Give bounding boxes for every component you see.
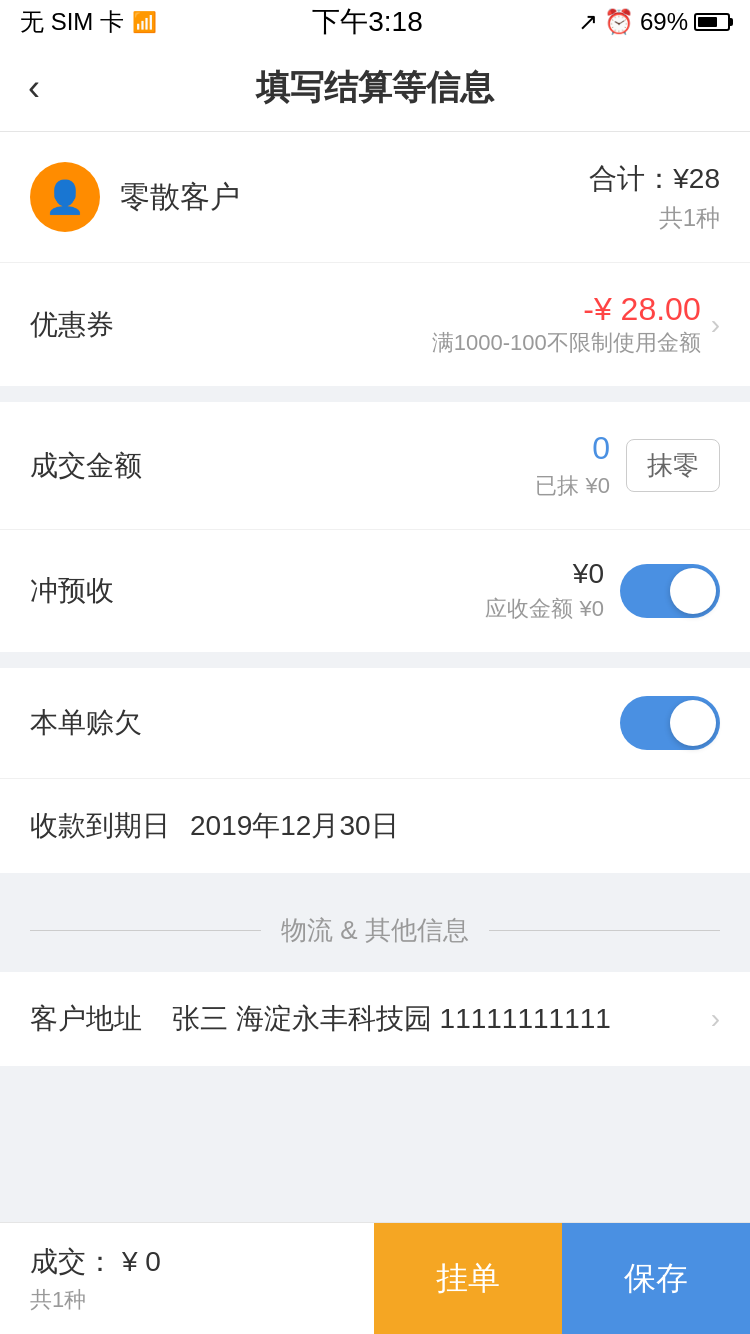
prepay-sub-text: 应收金额 ¥0 bbox=[485, 594, 604, 624]
prepay-toggle[interactable] bbox=[620, 564, 720, 618]
bottom-bar: 成交： ¥ 0 共1种 挂单 保存 bbox=[0, 1222, 750, 1334]
prepay-row: 冲预收 ¥0 应收金额 ¥0 bbox=[0, 529, 750, 652]
carrier-text: 无 SIM 卡 bbox=[20, 6, 124, 38]
hang-button[interactable]: 挂单 bbox=[374, 1223, 562, 1334]
bottom-deal-label: 成交： bbox=[30, 1243, 114, 1281]
credit-label: 本单赊欠 bbox=[30, 704, 142, 742]
credit-section: 本单赊欠 收款到期日 2019年12月30日 bbox=[0, 668, 750, 873]
location-icon: ↗ bbox=[578, 8, 598, 36]
back-button[interactable]: ‹ bbox=[28, 67, 40, 109]
avatar-icon: 👤 bbox=[45, 178, 85, 216]
customer-name: 零散客户 bbox=[120, 177, 240, 218]
avatar: 👤 bbox=[30, 162, 100, 232]
transaction-row: 成交金额 0 已抹 ¥0 抹零 bbox=[0, 402, 750, 529]
battery-icon bbox=[694, 13, 730, 31]
toggle-thumb bbox=[670, 568, 716, 614]
address-value: 张三 海淀永丰科技园 11111111111 bbox=[172, 1000, 711, 1038]
logistics-text: 物流 & 其他信息 bbox=[261, 913, 489, 948]
credit-toggle-thumb bbox=[670, 700, 716, 746]
prepay-amount: ¥0 bbox=[485, 558, 604, 590]
save-button[interactable]: 保存 bbox=[562, 1223, 750, 1334]
bottom-deal: 成交： ¥ 0 bbox=[30, 1243, 344, 1281]
chevron-right-icon: › bbox=[711, 309, 720, 341]
prepay-amount-col: ¥0 应收金额 ¥0 bbox=[485, 558, 604, 624]
customer-row: 👤 零散客户 合计：¥28 共1种 bbox=[0, 132, 750, 262]
status-time: 下午3:18 bbox=[312, 3, 423, 41]
transaction-sub-text: 已抹 ¥0 bbox=[535, 471, 610, 501]
logistics-line-right bbox=[489, 930, 720, 931]
round-off-button[interactable]: 抹零 bbox=[626, 439, 720, 492]
status-bar: 无 SIM 卡 📶 下午3:18 ↗ ⏰ 69% bbox=[0, 0, 750, 44]
transaction-label: 成交金额 bbox=[30, 447, 142, 485]
credit-toggle[interactable] bbox=[620, 696, 720, 750]
status-left: 无 SIM 卡 📶 bbox=[20, 6, 157, 38]
total-count: 共1种 bbox=[589, 202, 720, 234]
credit-row: 本单赊欠 bbox=[0, 668, 750, 778]
bottom-count: 共1种 bbox=[30, 1285, 344, 1315]
transaction-amount: 0 bbox=[535, 430, 610, 467]
coupon-desc: 满1000-100不限制使用金额 bbox=[432, 328, 701, 358]
status-right: ↗ ⏰ 69% bbox=[578, 8, 730, 36]
total-amount: 合计：¥28 bbox=[589, 160, 720, 198]
customer-section: 👤 零散客户 合计：¥28 共1种 优惠券 -¥ 28.00 满1000-100… bbox=[0, 132, 750, 386]
customer-left: 👤 零散客户 bbox=[30, 162, 240, 232]
address-label: 客户地址 bbox=[30, 1000, 142, 1038]
coupon-right: -¥ 28.00 满1000-100不限制使用金额 › bbox=[432, 291, 720, 358]
nav-title: 填写结算等信息 bbox=[256, 65, 494, 111]
nav-bar: ‹ 填写结算等信息 bbox=[0, 44, 750, 132]
bottom-buttons: 挂单 保存 bbox=[374, 1223, 750, 1334]
due-date-value: 2019年12月30日 bbox=[190, 807, 399, 845]
prepay-right: ¥0 应收金额 ¥0 bbox=[485, 558, 720, 624]
content-area: 👤 零散客户 合计：¥28 共1种 优惠券 -¥ 28.00 满1000-100… bbox=[0, 132, 750, 1202]
address-chevron-icon: › bbox=[711, 1003, 720, 1035]
due-date-label: 收款到期日 bbox=[30, 807, 170, 845]
due-date-row: 收款到期日 2019年12月30日 bbox=[0, 778, 750, 873]
coupon-discount: -¥ 28.00 bbox=[432, 291, 701, 328]
bottom-summary: 成交： ¥ 0 共1种 bbox=[0, 1243, 374, 1315]
prepay-label: 冲预收 bbox=[30, 572, 114, 610]
battery-percent: 69% bbox=[640, 8, 688, 36]
address-row[interactable]: 客户地址 张三 海淀永丰科技园 11111111111 › bbox=[0, 972, 750, 1066]
transaction-amount-col: 0 已抹 ¥0 bbox=[535, 430, 610, 501]
coupon-label: 优惠券 bbox=[30, 306, 114, 344]
logistics-section: 物流 & 其他信息 bbox=[0, 889, 750, 972]
alarm-icon: ⏰ bbox=[604, 8, 634, 36]
logistics-line-left bbox=[30, 930, 261, 931]
coupon-right-col: -¥ 28.00 满1000-100不限制使用金额 bbox=[432, 291, 701, 358]
coupon-row[interactable]: 优惠券 -¥ 28.00 满1000-100不限制使用金额 › bbox=[0, 262, 750, 386]
bottom-deal-amount: ¥ 0 bbox=[122, 1246, 161, 1278]
transaction-section: 成交金额 0 已抹 ¥0 抹零 冲预收 ¥0 应收金额 ¥0 bbox=[0, 402, 750, 652]
address-section: 客户地址 张三 海淀永丰科技园 11111111111 › bbox=[0, 972, 750, 1066]
transaction-right: 0 已抹 ¥0 抹零 bbox=[535, 430, 720, 501]
wifi-icon: 📶 bbox=[132, 10, 157, 34]
customer-right: 合计：¥28 共1种 bbox=[589, 160, 720, 234]
